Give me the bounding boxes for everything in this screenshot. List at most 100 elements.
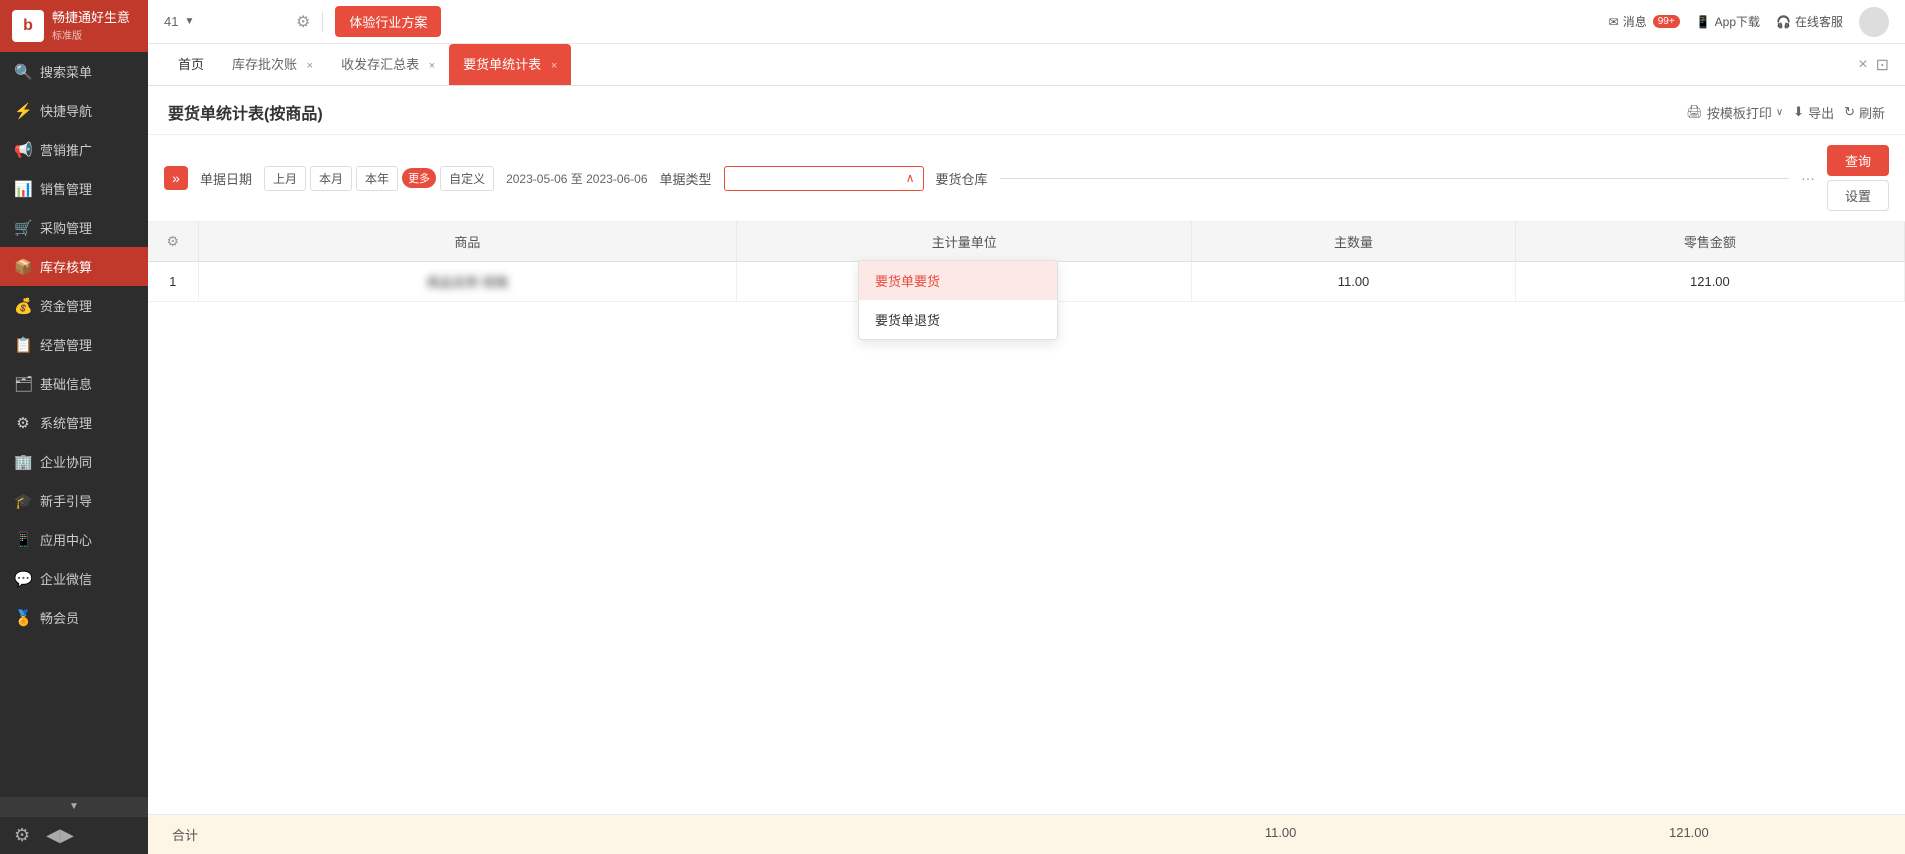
col-product: 商品 bbox=[198, 222, 737, 262]
warehouse-filter-label: 要货仓库 bbox=[936, 169, 988, 188]
type-filter-wrapper[interactable]: ∧ bbox=[724, 166, 924, 191]
sidebar-item-guide[interactable]: 🎓 新手引导 bbox=[0, 481, 148, 520]
sidebar-item-wechat-label: 企业微信 bbox=[40, 569, 92, 588]
tab-close-receive-summary[interactable]: × bbox=[429, 60, 435, 72]
tab-home[interactable]: 首页 bbox=[164, 44, 218, 85]
sidebar-item-wechat[interactable]: 💬 企业微信 bbox=[0, 559, 148, 598]
dropdown-item-order-goods[interactable]: 要货单要货 bbox=[859, 261, 1057, 300]
warehouse-filter-area[interactable] bbox=[1000, 178, 1789, 179]
brand-sub: 标准版 bbox=[52, 27, 130, 42]
tab-close-order-stats[interactable]: × bbox=[551, 60, 557, 72]
export-icon: ⬇ bbox=[1793, 104, 1804, 120]
topbar: 41 ▼ ⚙ 体验行业方案 ✉ 消息 99+ 📱 App下载 🎧 在线客服 bbox=[148, 0, 1905, 44]
table-footer: 合计 11.00 121.00 bbox=[148, 814, 1905, 854]
tab-receive-summary[interactable]: 收发存汇总表 × bbox=[327, 44, 449, 85]
message-label: 消息 bbox=[1623, 13, 1647, 30]
sidebar-item-search[interactable]: 🔍 搜索菜单 bbox=[0, 52, 148, 91]
sidebar-item-purchase-label: 采购管理 bbox=[40, 218, 92, 237]
main-area: 41 ▼ ⚙ 体验行业方案 ✉ 消息 99+ 📱 App下载 🎧 在线客服 bbox=[148, 0, 1905, 854]
sidebar-item-quick-nav[interactable]: ⚡ 快捷导航 bbox=[0, 91, 148, 130]
date-btn-7days[interactable]: 更多 bbox=[402, 168, 436, 188]
sidebar-item-operations-label: 经营管理 bbox=[40, 335, 92, 354]
sidebar-scroll-down[interactable]: ▼ bbox=[0, 797, 148, 816]
sidebar-item-finance[interactable]: 💰 资金管理 bbox=[0, 286, 148, 325]
date-btn-current-year[interactable]: 本年 bbox=[356, 166, 398, 191]
filter-bar: » 单据日期 上月 本月 本年 更多 自定义 2023-05-06 至 2023… bbox=[148, 135, 1905, 222]
sidebar-item-marketing[interactable]: 📢 营销推广 bbox=[0, 130, 148, 169]
filter-expand-btn[interactable]: » bbox=[164, 166, 188, 190]
sidebar-item-inventory-label: 库存核算 bbox=[40, 257, 92, 276]
query-btn[interactable]: 查询 bbox=[1827, 145, 1889, 176]
print-btn[interactable]: 🖨 按模板打印 ∨ bbox=[1686, 103, 1783, 122]
footer-quantity: 11.00 bbox=[1077, 825, 1485, 844]
tab-close-all-btn[interactable]: × bbox=[1858, 56, 1867, 74]
online-service-label: 在线客服 bbox=[1795, 13, 1843, 30]
online-service-btn[interactable]: 🎧 在线客服 bbox=[1776, 13, 1843, 30]
sidebar-header: b 畅捷通好生意 标准版 bbox=[0, 0, 148, 52]
type-filter-chevron[interactable]: ∧ bbox=[906, 171, 915, 185]
dropdown-item-order-return[interactable]: 要货单退货 bbox=[859, 300, 1057, 339]
message-btn[interactable]: ✉ 消息 99+ bbox=[1609, 13, 1680, 30]
tab-expand-btn[interactable]: ⊡ bbox=[1876, 55, 1889, 75]
sidebar-item-base-info[interactable]: 🗂 基础信息 bbox=[0, 364, 148, 403]
product-name-blurred: 商品名称 规格 bbox=[427, 275, 509, 290]
col-unit: 主计量单位 bbox=[737, 222, 1192, 262]
sidebar-item-app-center[interactable]: 📱 应用中心 bbox=[0, 520, 148, 559]
industry-btn[interactable]: 体验行业方案 bbox=[335, 6, 441, 37]
finance-icon: 💰 bbox=[14, 297, 32, 315]
purchase-icon: 🛒 bbox=[14, 219, 32, 237]
page-header: 要货单统计表(按商品) 🖨 按模板打印 ∨ ⬇ 导出 ↻ 刷新 bbox=[148, 86, 1905, 135]
date-btn-current-month[interactable]: 本月 bbox=[310, 166, 352, 191]
sidebar-item-enterprise-label: 企业协同 bbox=[40, 452, 92, 471]
tabbar: 首页 库存批次账 × 收发存汇总表 × 要货单统计表 × × ⊡ bbox=[148, 44, 1905, 86]
collapse-icon[interactable]: ◀▶ bbox=[46, 825, 74, 846]
sidebar-item-inventory[interactable]: 📦 库存核算 bbox=[0, 247, 148, 286]
date-range-display: 2023-05-06 至 2023-06-06 bbox=[506, 170, 647, 187]
footer-unit bbox=[668, 825, 1076, 844]
topbar-right: ✉ 消息 99+ 📱 App下载 🎧 在线客服 bbox=[1609, 7, 1889, 37]
export-btn[interactable]: ⬇ 导出 bbox=[1793, 103, 1834, 122]
guide-icon: 🎓 bbox=[14, 492, 32, 510]
sidebar-item-member[interactable]: 🏅 畅会员 bbox=[0, 598, 148, 637]
sidebar-item-purchase[interactable]: 🛒 采购管理 bbox=[0, 208, 148, 247]
filter-right-btns: 查询 设置 bbox=[1827, 145, 1889, 211]
store-name: 41 bbox=[164, 14, 178, 29]
app-logo: b bbox=[12, 10, 44, 42]
app-download-btn[interactable]: 📱 App下载 bbox=[1696, 13, 1760, 30]
sidebar-menu: 🔍 搜索菜单 ⚡ 快捷导航 📢 营销推广 📊 销售管理 🛒 采购管理 📦 库存核… bbox=[0, 52, 148, 797]
col-quantity: 主数量 bbox=[1192, 222, 1516, 262]
refresh-icon: ↻ bbox=[1844, 104, 1855, 120]
sidebar-item-app-center-label: 应用中心 bbox=[40, 530, 92, 549]
search-icon: 🔍 bbox=[14, 63, 32, 81]
table-settings-icon[interactable]: ⚙ bbox=[166, 233, 179, 249]
refresh-btn[interactable]: ↻ 刷新 bbox=[1844, 103, 1885, 122]
settings-btn[interactable]: 设置 bbox=[1827, 180, 1889, 211]
inventory-icon: 📦 bbox=[14, 258, 32, 276]
date-btn-custom[interactable]: 自定义 bbox=[440, 166, 494, 191]
settings-icon[interactable]: ⚙ bbox=[14, 825, 30, 846]
topbar-divider bbox=[322, 12, 323, 32]
filter-more-btn[interactable]: ··· bbox=[1801, 170, 1815, 186]
page-header-actions: 🖨 按模板打印 ∨ ⬇ 导出 ↻ 刷新 bbox=[1686, 103, 1885, 122]
row-index: 1 bbox=[148, 262, 198, 302]
date-btn-up-month[interactable]: 上月 bbox=[264, 166, 306, 191]
tab-inventory-batch[interactable]: 库存批次账 × bbox=[218, 44, 327, 85]
col-settings[interactable]: ⚙ bbox=[148, 222, 198, 262]
tabbar-actions: × ⊡ bbox=[1858, 55, 1889, 75]
tab-close-inventory-batch[interactable]: × bbox=[307, 60, 313, 72]
tab-order-stats[interactable]: 要货单统计表 × bbox=[449, 44, 571, 85]
date-filter-label: 单据日期 bbox=[200, 169, 252, 188]
app-center-icon: 📱 bbox=[14, 531, 32, 549]
date-quick-btns: 上月 本月 本年 更多 自定义 bbox=[264, 166, 494, 191]
sidebar-item-system[interactable]: ⚙ 系统管理 bbox=[0, 403, 148, 442]
user-avatar[interactable] bbox=[1859, 7, 1889, 37]
store-selector[interactable]: 41 ▼ bbox=[164, 14, 284, 29]
sidebar-item-sales[interactable]: 📊 销售管理 bbox=[0, 169, 148, 208]
sidebar-item-enterprise[interactable]: 🏢 企业协同 bbox=[0, 442, 148, 481]
footer-label: 合计 bbox=[160, 825, 260, 844]
settings-gear-icon[interactable]: ⚙ bbox=[296, 12, 310, 32]
sidebar-item-member-label: 畅会员 bbox=[40, 608, 79, 627]
sidebar-item-operations[interactable]: 📋 经营管理 bbox=[0, 325, 148, 364]
type-filter-input[interactable] bbox=[733, 171, 906, 186]
type-dropdown: 要货单要货 要货单退货 bbox=[858, 260, 1058, 340]
